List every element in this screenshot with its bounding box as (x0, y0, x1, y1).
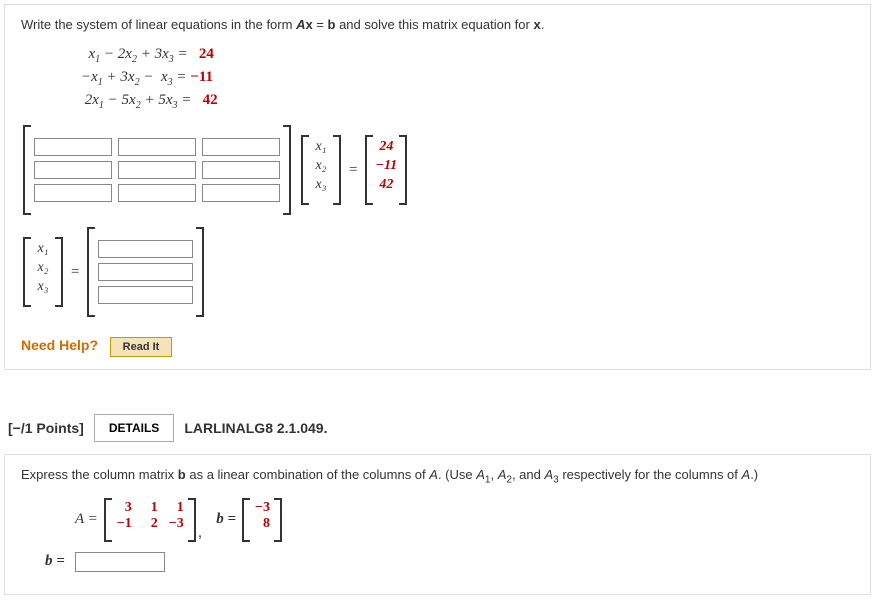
a31-input[interactable] (34, 184, 112, 202)
question-ref: LARLINALG8 2.1.049. (184, 420, 327, 436)
a21-input[interactable] (34, 161, 112, 179)
x3-label: x₃ (311, 177, 331, 193)
q1-solution-row: x₁ x₂ x₃ = (21, 227, 854, 317)
a32-input[interactable] (118, 184, 196, 202)
b1: 24 (375, 139, 397, 155)
a-label: A = (75, 511, 98, 528)
x1-label: x₁ (311, 139, 331, 155)
q2-statement: Express the column matrix b as a linear … (21, 467, 854, 486)
q2-answer-input[interactable] (75, 552, 165, 572)
x2-label: x₂ (311, 158, 331, 174)
read-it-button[interactable]: Read It (110, 337, 173, 357)
q1-matrix-equation-row: x₁ x₂ x₃ = 24 −11 42 (21, 125, 854, 215)
need-help-label: Need Help? (21, 337, 98, 353)
q1-equations: x1 − 2x2 + 3x3 = 24 −x1 + 3x2 − x3 = −11… (81, 44, 854, 113)
b-label: b = (216, 511, 236, 528)
details-button[interactable]: DETAILS (94, 414, 174, 442)
a13-input[interactable] (202, 138, 280, 156)
a33-input[interactable] (202, 184, 280, 202)
b2: −11 (375, 158, 397, 174)
equals-sign-2: = (71, 264, 79, 281)
points-label: [−/1 Points] (8, 420, 84, 436)
sol-x1-input[interactable] (98, 240, 193, 258)
a11-input[interactable] (34, 138, 112, 156)
b3: 42 (375, 177, 397, 193)
q1-statement: Write the system of linear equations in … (21, 17, 854, 32)
sol-x3-input[interactable] (98, 286, 193, 304)
a22-input[interactable] (118, 161, 196, 179)
equals-sign: = (349, 162, 357, 179)
sol-x2-input[interactable] (98, 263, 193, 281)
answer-label: b = (45, 553, 65, 570)
a23-input[interactable] (202, 161, 280, 179)
a12-input[interactable] (118, 138, 196, 156)
